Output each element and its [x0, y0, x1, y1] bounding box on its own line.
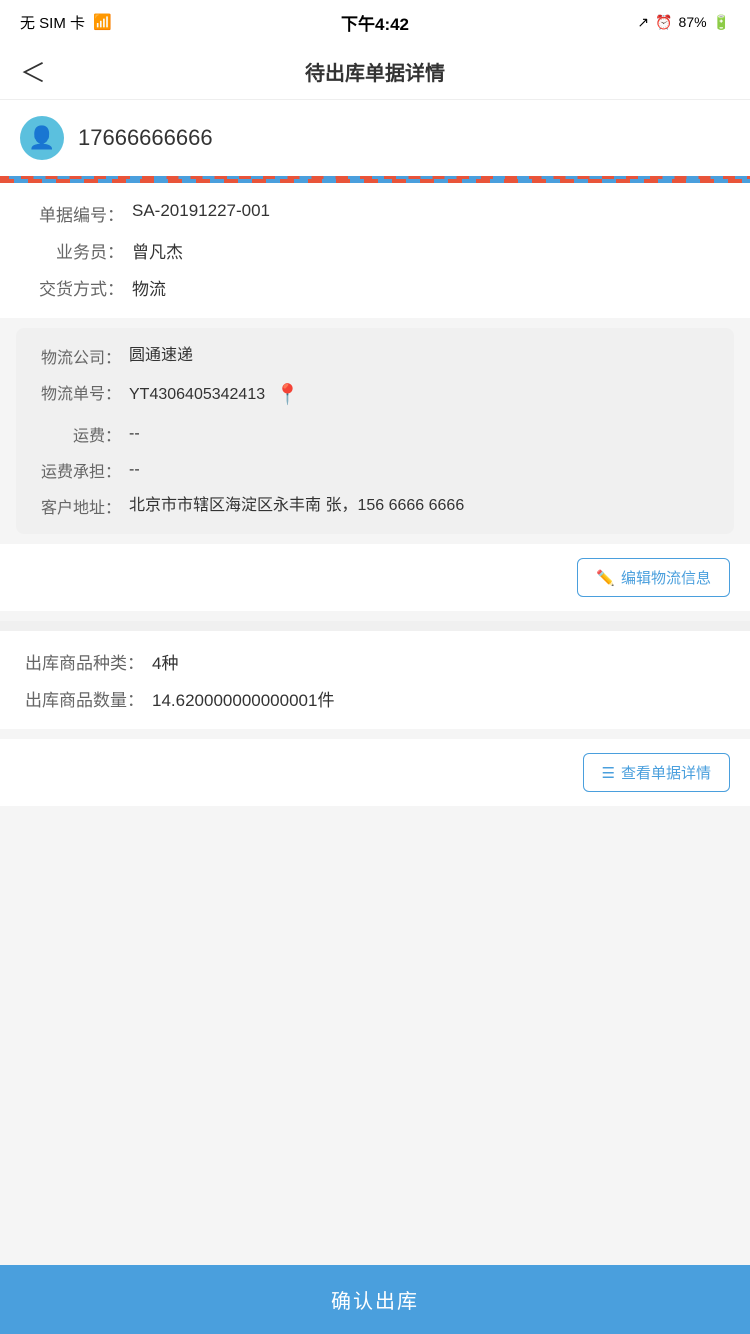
doc-number-row: 单据编号： SA-20191227-001 [24, 201, 726, 226]
logistics-company-row: 物流公司： 圆通速递 [36, 344, 714, 368]
view-details-label: 查看单据详情 [621, 762, 711, 783]
freight-row: 运费： -- [36, 422, 714, 446]
status-left: 无 SIM 卡 📶 [20, 12, 112, 33]
freight-bearer-value: -- [129, 458, 714, 482]
salesperson-value: 曾凡杰 [132, 238, 726, 263]
nav-bar: ＜ 待出库单据详情 [0, 44, 750, 100]
spacer [0, 816, 750, 1334]
doc-number-label: 单据编号： [24, 201, 124, 226]
delivery-method-label: 交货方式： [24, 275, 124, 300]
goods-quantity-value: 14.620000000000001件 [152, 686, 334, 711]
goods-type-value: 4种 [152, 649, 178, 674]
doc-number-value: SA-20191227-001 [132, 201, 726, 221]
address-row: 客户地址： 北京市市辖区海淀区永丰南 张，156 6666 6666 [36, 494, 714, 518]
salesperson-label: 业务员： [24, 238, 124, 263]
page-content: 👤 17666666666 单据编号： SA-20191227-001 业务员：… [0, 100, 750, 1334]
status-time: 下午4:42 [341, 10, 409, 35]
tracking-value-row: YT4306405342413 📍 [129, 380, 714, 410]
basic-info-section: 单据编号： SA-20191227-001 业务员： 曾凡杰 交货方式： 物流 [0, 183, 750, 318]
delivery-method-value: 物流 [132, 275, 726, 300]
battery-icon: 🔋 [713, 14, 730, 31]
alarm-icon: ⏰ [655, 14, 672, 31]
logistics-tracking-row: 物流单号： YT4306405342413 📍 [36, 380, 714, 410]
phone-number: 17666666666 [78, 125, 213, 151]
tracking-number: YT4306405342413 [129, 383, 265, 407]
logistics-tracking-label: 物流单号： [36, 380, 121, 404]
status-right: ↗ ⏰ 87% 🔋 [637, 14, 730, 31]
battery-label: 87% [679, 14, 707, 30]
freight-bearer-label: 运费承担： [36, 458, 121, 482]
back-button[interactable]: ＜ [20, 53, 46, 90]
logistics-company-label: 物流公司： [36, 344, 121, 368]
freight-value: -- [129, 422, 714, 446]
goods-section: 出库商品种类： 4种 出库商品数量： 14.620000000000001件 [0, 631, 750, 729]
view-details-icon: ☰ [602, 764, 615, 782]
view-details-button[interactable]: ☰ 查看单据详情 [583, 753, 730, 792]
address-label: 客户地址： [36, 494, 121, 518]
status-bar: 无 SIM 卡 📶 下午4:42 ↗ ⏰ 87% 🔋 [0, 0, 750, 44]
view-btn-container: ☰ 查看单据详情 [0, 739, 750, 806]
delivery-method-row: 交货方式： 物流 [24, 275, 726, 300]
goods-quantity-row: 出库商品数量： 14.620000000000001件 [24, 686, 726, 711]
page-title: 待出库单据详情 [62, 57, 688, 86]
carrier-label: 无 SIM 卡 [20, 12, 85, 33]
section-divider [0, 621, 750, 631]
goods-quantity-label: 出库商品数量： [24, 686, 144, 711]
edit-logistics-button[interactable]: ✏️ 编辑物流信息 [577, 558, 730, 597]
goods-type-label: 出库商品种类： [24, 649, 144, 674]
phone-header: 👤 17666666666 [0, 100, 750, 179]
freight-label: 运费： [36, 422, 121, 446]
salesperson-row: 业务员： 曾凡杰 [24, 238, 726, 263]
address-value: 北京市市辖区海淀区永丰南 张，156 6666 6666 [129, 494, 714, 518]
avatar-icon: 👤 [28, 125, 55, 151]
edit-icon: ✏️ [596, 569, 615, 587]
confirm-outbound-button[interactable]: 确认出库 [0, 1265, 750, 1334]
edit-button-label: 编辑物流信息 [621, 567, 711, 588]
confirm-btn-area: 确认出库 [0, 1265, 750, 1334]
avatar: 👤 [20, 116, 64, 160]
location-arrow-icon: ↗ [637, 14, 649, 31]
goods-type-row: 出库商品种类： 4种 [24, 649, 726, 674]
edit-btn-container: ✏️ 编辑物流信息 [0, 544, 750, 611]
freight-bearer-row: 运费承担： -- [36, 458, 714, 482]
wifi-icon: 📶 [93, 13, 112, 31]
map-pin-icon[interactable]: 📍 [275, 380, 300, 410]
logistics-company-value: 圆通速递 [129, 344, 714, 368]
logistics-card: 物流公司： 圆通速递 物流单号： YT4306405342413 📍 运费： -… [16, 328, 734, 534]
